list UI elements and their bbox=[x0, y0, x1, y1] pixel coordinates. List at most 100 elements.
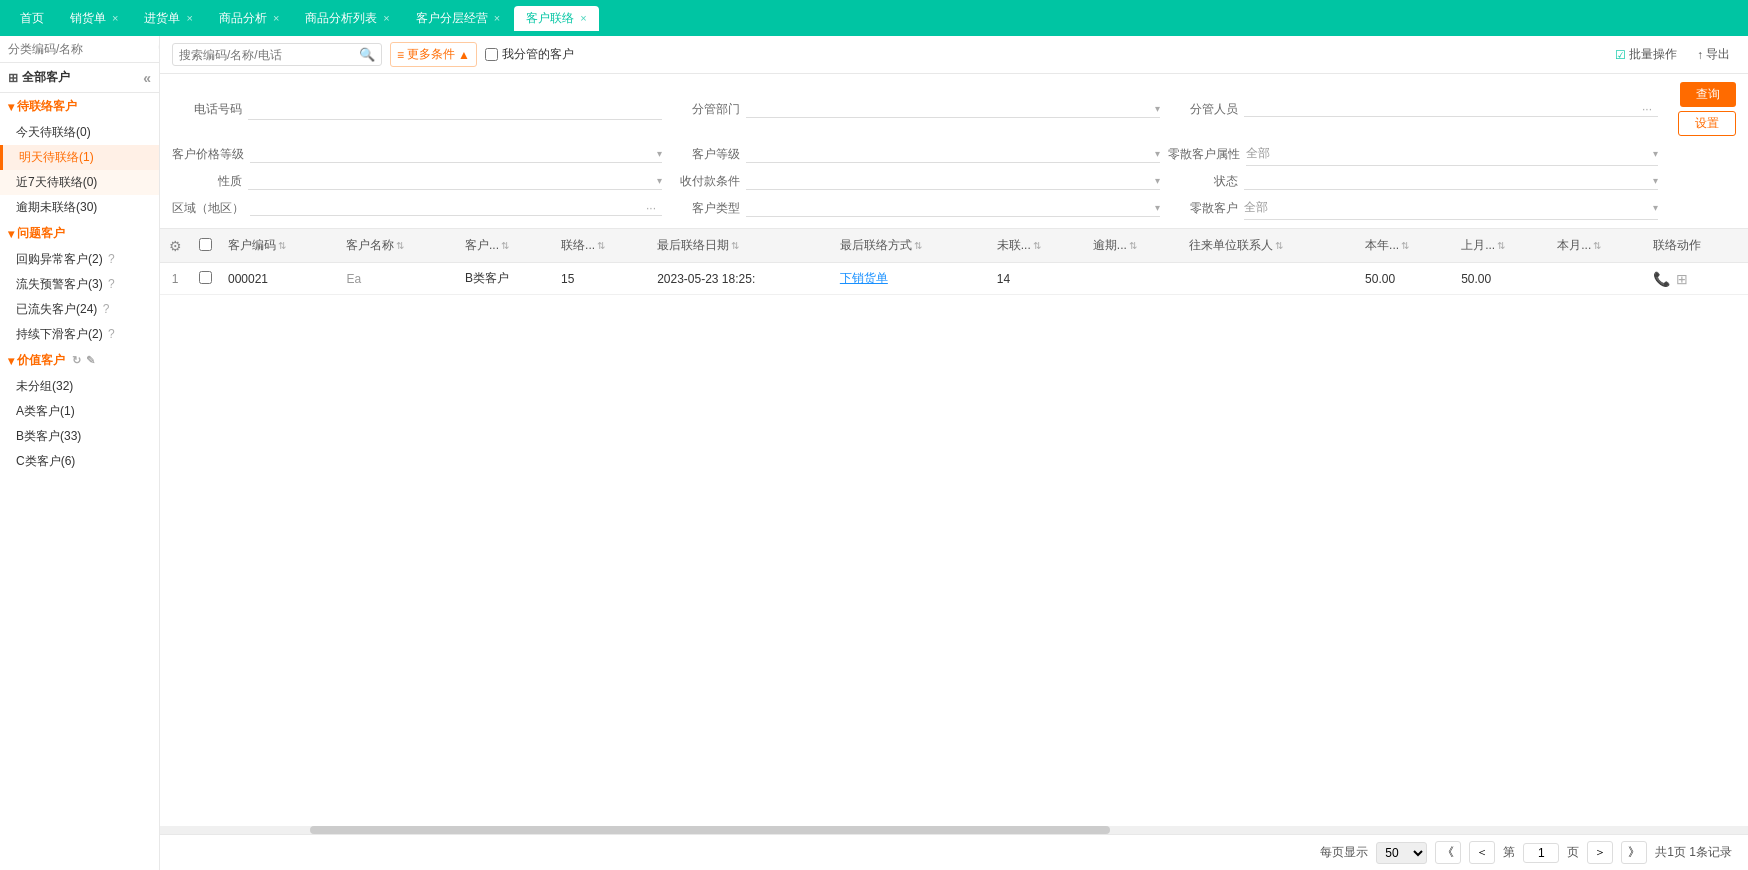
col-last-date: 最后联络日期 ⇅ bbox=[649, 229, 832, 263]
filter-region-input[interactable]: ··· bbox=[250, 201, 662, 216]
last-method-link[interactable]: 下销货单 bbox=[840, 271, 888, 285]
filter-payment-select[interactable]: ▾ bbox=[746, 172, 1160, 190]
filter-customer-level-select[interactable]: ▾ bbox=[746, 145, 1160, 163]
nav-purchase-close[interactable]: × bbox=[186, 12, 192, 24]
row-last-method-cell[interactable]: 下销货单 bbox=[832, 263, 989, 295]
select-all-checkbox[interactable] bbox=[199, 238, 212, 251]
prev-page-button[interactable]: ＜ bbox=[1469, 841, 1495, 864]
row-last-month-cell: 50.00 bbox=[1453, 263, 1549, 295]
table-header-row: ⚙ 客户编码 ⇅ 客户名称 bbox=[160, 229, 1748, 263]
last-page-button[interactable]: 》 bbox=[1621, 841, 1647, 864]
sort-icon-name[interactable]: ⇅ bbox=[396, 240, 404, 251]
nav-analysis[interactable]: 商品分析 × bbox=[207, 6, 291, 31]
sidebar-item-lost[interactable]: 已流失客户(24) ? bbox=[0, 297, 159, 322]
horizontal-scrollbar[interactable] bbox=[160, 826, 1748, 834]
col-last-month: 上月... ⇅ bbox=[1453, 229, 1549, 263]
nav-analysis-list-close[interactable]: × bbox=[383, 12, 389, 24]
filter-dept-select[interactable]: ▾ bbox=[746, 100, 1160, 118]
content-area: 🔍 ≡ 更多条件 ▲ 我分管的客户 ☑ 批量操作 ↑ 导出 bbox=[160, 36, 1748, 870]
nav-sales-close[interactable]: × bbox=[112, 12, 118, 24]
col-settings[interactable]: ⚙ bbox=[160, 229, 190, 263]
sidebar-item-unclassified[interactable]: 未分组(32) bbox=[0, 374, 159, 399]
arrow-down-icon-3: ▾ bbox=[8, 354, 14, 368]
page-size-select[interactable]: 50 10 20 100 bbox=[1376, 842, 1427, 864]
sort-icon-code[interactable]: ⇅ bbox=[278, 240, 286, 251]
person-dots-icon[interactable]: ··· bbox=[1636, 102, 1658, 116]
edit-icon[interactable]: ✎ bbox=[86, 354, 95, 367]
main-search-icon[interactable]: 🔍 bbox=[359, 47, 375, 62]
query-button[interactable]: 查询 bbox=[1680, 82, 1736, 107]
next-page-button[interactable]: ＞ bbox=[1587, 841, 1613, 864]
sidebar-search-input[interactable] bbox=[8, 42, 158, 56]
nav-customer-contact-close[interactable]: × bbox=[580, 12, 586, 24]
main-search-input[interactable] bbox=[179, 48, 359, 62]
sort-icon-this-month[interactable]: ⇅ bbox=[1593, 240, 1601, 251]
filter-retail-attr-select[interactable]: 全部 ▾ bbox=[1246, 142, 1658, 166]
my-customer-checkbox[interactable] bbox=[485, 48, 498, 61]
grid-icon: ⊞ bbox=[8, 71, 18, 85]
nav-analysis-list[interactable]: 商品分析列表 × bbox=[293, 6, 401, 31]
filter-status-select[interactable]: ▾ bbox=[1244, 172, 1658, 190]
sort-icon-this-year[interactable]: ⇅ bbox=[1401, 240, 1409, 251]
scrollbar-thumb[interactable] bbox=[310, 826, 1110, 834]
sidebar-item-today[interactable]: 今天待联络(0) bbox=[0, 120, 159, 145]
sidebar-item-class-b[interactable]: B类客户(33) bbox=[0, 424, 159, 449]
export-button[interactable]: ↑ 导出 bbox=[1691, 43, 1736, 66]
question-icon-1: ? bbox=[108, 252, 115, 266]
sort-icon-last-method[interactable]: ⇅ bbox=[914, 240, 922, 251]
sidebar-item-7days[interactable]: 近7天待联络(0) bbox=[0, 170, 159, 195]
page-number-input[interactable] bbox=[1523, 843, 1559, 863]
nav-analysis-close[interactable]: × bbox=[273, 12, 279, 24]
col-last-method: 最后联络方式 ⇅ bbox=[832, 229, 989, 263]
sidebar-item-repurchase[interactable]: 回购异常客户(2) ? bbox=[0, 247, 159, 272]
nav-customer-contact[interactable]: 客户联络 × bbox=[514, 6, 598, 31]
more-icon[interactable]: ⊞ bbox=[1676, 271, 1688, 287]
sidebar-all-customers[interactable]: ⊞ 全部客户 « bbox=[0, 63, 159, 93]
filter-retail-customer-select[interactable]: 全部 ▾ bbox=[1244, 196, 1658, 220]
nav-purchase[interactable]: 进货单 × bbox=[132, 6, 204, 31]
nav-sales[interactable]: 销货单 × bbox=[58, 6, 130, 31]
filter-customer-type: 客户类型 ▾ bbox=[670, 199, 1160, 217]
sort-icon-type[interactable]: ⇅ bbox=[501, 240, 509, 251]
row-checkbox-cell[interactable] bbox=[190, 263, 220, 295]
filter-person-input[interactable]: ··· bbox=[1244, 102, 1658, 117]
sidebar-item-tomorrow[interactable]: 明天待联络(1) bbox=[0, 145, 159, 170]
sidebar-item-class-c[interactable]: C类客户(6) bbox=[0, 449, 159, 474]
row-checkbox[interactable] bbox=[199, 271, 212, 284]
sidebar-group-problem[interactable]: ▾ 问题客户 bbox=[0, 220, 159, 247]
settings-icon[interactable]: ⚙ bbox=[169, 238, 182, 254]
sidebar-item-overdue[interactable]: 逾期未联络(30) bbox=[0, 195, 159, 220]
sort-icon-last-date[interactable]: ⇅ bbox=[731, 240, 739, 251]
sidebar-collapse-icon[interactable]: « bbox=[143, 70, 151, 86]
first-page-button[interactable]: 《 bbox=[1435, 841, 1461, 864]
nav-customer-tier-close[interactable]: × bbox=[494, 12, 500, 24]
sort-icon-contact-count[interactable]: ⇅ bbox=[597, 240, 605, 251]
customer-type-chevron-icon: ▾ bbox=[1155, 202, 1160, 213]
refresh-icon[interactable]: ↻ bbox=[72, 354, 81, 367]
sort-icon-overdue[interactable]: ⇅ bbox=[1129, 240, 1137, 251]
more-filter-button[interactable]: ≡ 更多条件 ▲ bbox=[390, 42, 477, 67]
sidebar-item-loss-risk[interactable]: 流失预警客户(3) ? bbox=[0, 272, 159, 297]
nav-home[interactable]: 首页 bbox=[8, 6, 56, 31]
filter-customer-type-select[interactable]: ▾ bbox=[746, 199, 1160, 217]
region-dots-icon[interactable]: ··· bbox=[640, 201, 662, 215]
filter-price-level-select[interactable]: ▾ bbox=[250, 145, 662, 163]
sidebar-item-class-a[interactable]: A类客户(1) bbox=[0, 399, 159, 424]
filter-phone-input[interactable] bbox=[248, 99, 662, 120]
call-icon[interactable]: 📞 bbox=[1653, 271, 1670, 287]
filter-nature-select[interactable]: ▾ bbox=[248, 172, 662, 190]
sidebar-group-pending[interactable]: ▾ 待联络客户 bbox=[0, 93, 159, 120]
my-customer-checkbox-wrap[interactable]: 我分管的客户 bbox=[485, 46, 574, 63]
set-button[interactable]: 设置 bbox=[1678, 111, 1736, 136]
col-checkbox[interactable] bbox=[190, 229, 220, 263]
row-no-contact-cell: 14 bbox=[989, 263, 1085, 295]
row-this-month-cell bbox=[1549, 263, 1645, 295]
nav-customer-tier[interactable]: 客户分层经营 × bbox=[404, 6, 512, 31]
sidebar-group-value[interactable]: ▾ 价值客户 ↻ ✎ bbox=[0, 347, 159, 374]
sort-icon-last-month[interactable]: ⇅ bbox=[1497, 240, 1505, 251]
batch-operation-button[interactable]: ☑ 批量操作 bbox=[1609, 43, 1683, 66]
sort-icon-contacts[interactable]: ⇅ bbox=[1275, 240, 1283, 251]
sort-icon-no-contact[interactable]: ⇅ bbox=[1033, 240, 1041, 251]
toolbar: 🔍 ≡ 更多条件 ▲ 我分管的客户 ☑ 批量操作 ↑ 导出 bbox=[160, 36, 1748, 74]
sidebar-item-decline[interactable]: 持续下滑客户(2) ? bbox=[0, 322, 159, 347]
